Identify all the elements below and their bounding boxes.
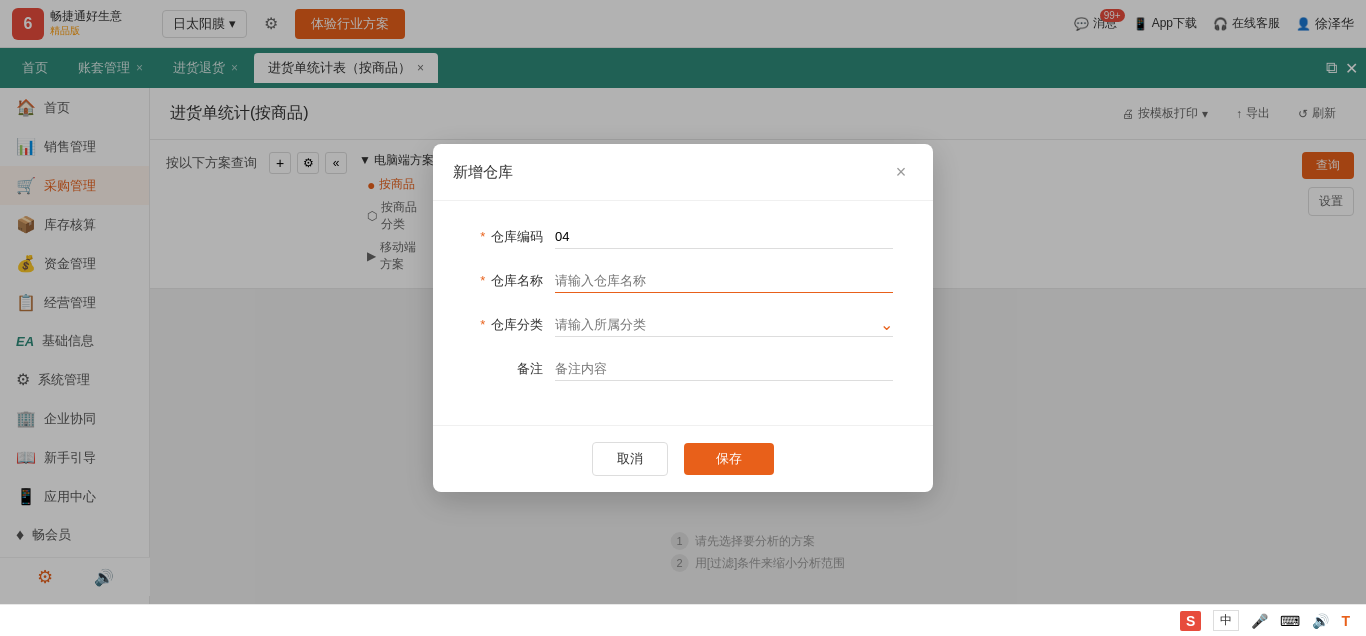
form-row-name: * 仓库名称 [473,269,893,293]
speaker-icon[interactable]: 🔊 [1312,613,1329,629]
modal-overlay: 新增仓库 × * 仓库编码 * 仓库名称 [0,0,1366,636]
note-label: 备注 [473,360,543,378]
keyboard-icon[interactable]: ⌨ [1280,613,1300,629]
category-input[interactable] [555,313,880,336]
modal-header: 新增仓库 × [433,144,933,201]
note-input[interactable] [555,357,893,381]
modal-footer: 取消 保存 [433,425,933,492]
modal-close-icon[interactable]: × [889,160,913,184]
cancel-button[interactable]: 取消 [592,442,668,476]
category-select-wrapper: ⌄ [555,313,893,337]
new-warehouse-modal: 新增仓库 × * 仓库编码 * 仓库名称 [433,144,933,492]
code-label: * 仓库编码 [473,228,543,246]
status-bar: S 中 🎤 ⌨ 🔊 T [0,604,1366,636]
form-row-code: * 仓库编码 [473,225,893,249]
name-input[interactable] [555,269,893,293]
code-input[interactable] [555,225,893,249]
form-row-category: * 仓库分类 ⌄ [473,313,893,337]
name-label: * 仓库名称 [473,272,543,290]
input-method-label[interactable]: 中 [1213,610,1239,631]
modal-body: * 仓库编码 * 仓库名称 * 仓库分类 [433,201,933,425]
font-icon[interactable]: T [1341,613,1350,629]
category-label: * 仓库分类 [473,316,543,334]
modal-title: 新增仓库 [453,163,513,182]
form-row-note: 备注 [473,357,893,381]
chevron-down-icon[interactable]: ⌄ [880,315,893,334]
s-icon: S [1186,613,1195,629]
save-button[interactable]: 保存 [684,443,774,475]
mic-icon[interactable]: 🎤 [1251,613,1268,629]
